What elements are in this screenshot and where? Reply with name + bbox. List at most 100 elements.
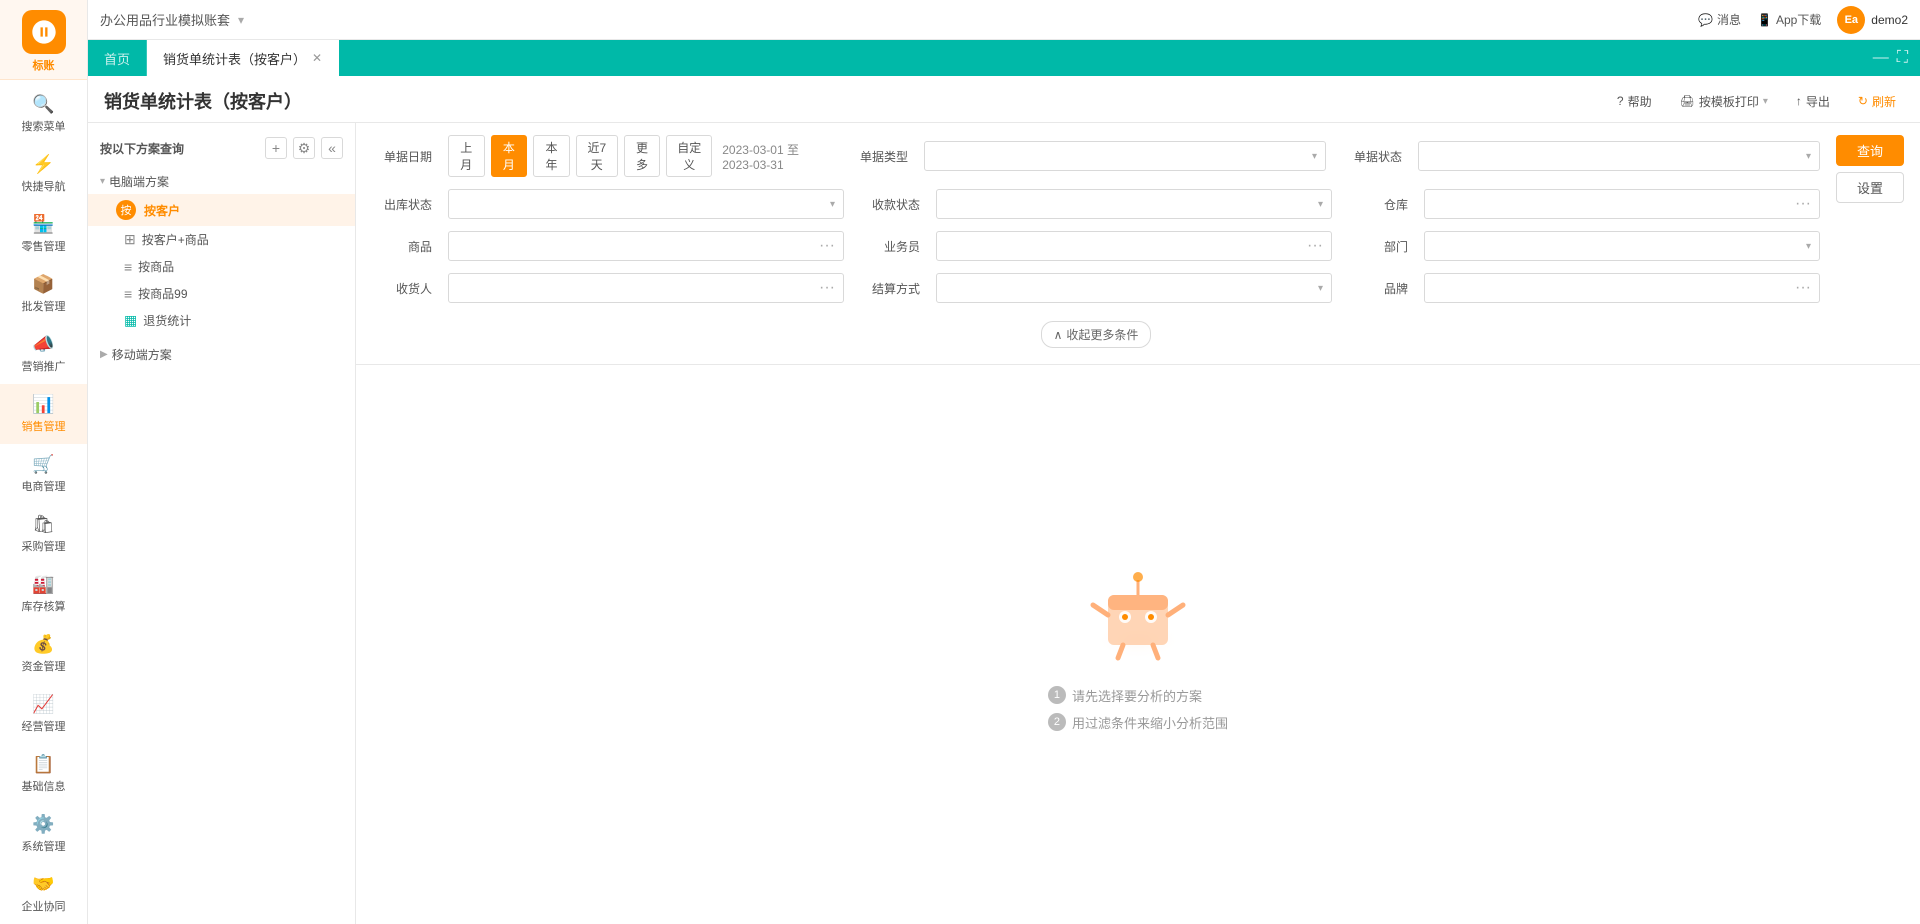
header-title: 办公用品行业模拟账套 xyxy=(100,10,230,29)
date-btn-last-7[interactable]: 近7天 xyxy=(576,135,618,177)
empty-tip-1: 1 请先选择要分析的方案 xyxy=(1048,686,1228,705)
header-dropdown-icon[interactable]: ▾ xyxy=(238,13,244,27)
doc-type-arrow: ▾ xyxy=(1312,151,1317,162)
by-goods-99-icon: ≡ xyxy=(124,286,132,302)
scheme-item-by-goods[interactable]: ≡ 按商品 xyxy=(88,253,355,280)
inventory-icon: 🏭 xyxy=(32,574,54,595)
date-btn-more[interactable]: 更多 xyxy=(624,135,661,177)
warehouse-dots: ··· xyxy=(1795,195,1811,213)
sidebar-item-finance-label: 资金管理 xyxy=(22,658,66,674)
app-download-btn[interactable]: 📱 App下载 xyxy=(1757,11,1821,28)
export-label: 导出 xyxy=(1806,93,1830,110)
salesperson-select[interactable]: ··· xyxy=(936,231,1332,261)
scheme-item-by-goods-99[interactable]: ≡ 按商品99 xyxy=(88,280,355,307)
scheme-section-desktop-header[interactable]: ▾ 电脑端方案 xyxy=(88,169,355,194)
out-status-select[interactable]: ▾ xyxy=(448,189,844,219)
print-icon: 🖨 xyxy=(1680,94,1695,108)
print-dropdown-icon: ▾ xyxy=(1763,96,1768,107)
date-btn-this-month[interactable]: 本月 xyxy=(491,135,528,177)
date-btn-last-month[interactable]: 上月 xyxy=(448,135,485,177)
collapse-conditions-btn[interactable]: ∧ 收起更多条件 xyxy=(1041,321,1152,348)
sidebar-item-finance[interactable]: 💰 资金管理 xyxy=(0,624,87,684)
messages-label: 消息 xyxy=(1717,11,1741,28)
messages-btn[interactable]: 💬 消息 xyxy=(1698,11,1741,28)
sidebar-item-agreement[interactable]: 🤝 企业协同 xyxy=(0,864,87,924)
sales-icon: 📊 xyxy=(32,394,54,415)
template-print-label: 按模板打印 xyxy=(1699,93,1759,110)
collapse-scheme-btn[interactable]: « xyxy=(321,137,343,159)
add-scheme-btn[interactable]: + xyxy=(265,137,287,159)
brand-select[interactable]: ··· xyxy=(1424,273,1820,303)
search-icon: 🔍 xyxy=(32,94,54,115)
scheme-item-return-stat[interactable]: ▦ 退货统计 xyxy=(88,307,355,334)
filter-settings-btn[interactable]: 设置 xyxy=(1836,172,1904,203)
help-icon: ? xyxy=(1617,94,1624,108)
department-select[interactable]: ▾ xyxy=(1424,231,1820,261)
refresh-btn[interactable]: ↻ 刷新 xyxy=(1850,89,1904,114)
warehouse-select[interactable]: ··· xyxy=(1424,189,1820,219)
system-icon: ⚙️ xyxy=(32,814,54,835)
tab-home[interactable]: 首页 xyxy=(88,40,147,76)
doc-status-select[interactable]: ▾ xyxy=(1418,141,1820,171)
help-btn[interactable]: ? 帮助 xyxy=(1609,89,1660,114)
receiver-select[interactable]: ··· xyxy=(448,273,844,303)
sidebar-item-inventory-label: 库存核算 xyxy=(22,598,66,614)
export-icon: ↑ xyxy=(1796,94,1802,108)
out-status-arrow: ▾ xyxy=(830,199,835,210)
date-filter-label: 单据日期 xyxy=(372,148,432,165)
query-btn[interactable]: 查询 xyxy=(1836,135,1904,166)
body-wrapper: 按以下方案查询 + ⚙ « ▾ 电脑端方案 xyxy=(88,123,1920,924)
receiver-label: 收货人 xyxy=(372,280,432,297)
date-btn-this-year[interactable]: 本年 xyxy=(533,135,570,177)
sidebar-item-wholesale[interactable]: 📦 批发管理 xyxy=(0,264,87,324)
brand-dots: ··· xyxy=(1795,279,1811,297)
sidebar-item-marketing[interactable]: 📣 营销推广 xyxy=(0,324,87,384)
sidebar-item-operations[interactable]: 📈 经营管理 xyxy=(0,684,87,744)
desktop-section-arrow: ▾ xyxy=(100,176,105,187)
maximize-icon[interactable]: ⛶ xyxy=(1897,49,1908,67)
export-btn[interactable]: ↑ 导出 xyxy=(1788,89,1838,114)
filter-row-status: 出库状态 ▾ 收款状态 ▾ 仓库 xyxy=(372,189,1820,219)
sidebar-item-wholesale-label: 批发管理 xyxy=(22,298,66,314)
sidebar-item-ecommerce[interactable]: 🛒 电商管理 xyxy=(0,444,87,504)
sidebar-item-system[interactable]: ⚙️ 系统管理 xyxy=(0,804,87,864)
tab-bar: 首页 销货单统计表（按客户） ✕ — ⛶ xyxy=(88,40,1920,76)
sidebar-item-quicknav[interactable]: ⚡ 快捷导航 xyxy=(0,144,87,204)
sidebar-item-sales[interactable]: 📊 销售管理 xyxy=(0,384,87,444)
wholesale-icon: 📦 xyxy=(32,274,54,295)
settle-select[interactable]: ▾ xyxy=(936,273,1332,303)
doc-type-select[interactable]: ▾ xyxy=(924,141,1326,171)
by-goods-label: 按商品 xyxy=(138,258,174,275)
salesperson-label: 业务员 xyxy=(860,238,920,255)
refresh-label: 刷新 xyxy=(1872,93,1896,110)
tab-close-icon[interactable]: ✕ xyxy=(312,51,322,65)
sidebar-item-basic[interactable]: 📋 基础信息 xyxy=(0,744,87,804)
scheme-section-mobile-header[interactable]: ▶ 移动端方案 xyxy=(88,342,355,367)
sidebar-item-agreement-label: 企业协同 xyxy=(22,898,66,914)
settings-scheme-btn[interactable]: ⚙ xyxy=(293,137,315,159)
scheme-item-by-customer[interactable]: 按 按客户 xyxy=(88,194,355,226)
sidebar-item-retail[interactable]: 🏪 零售管理 xyxy=(0,204,87,264)
sidebar-item-ecommerce-label: 电商管理 xyxy=(22,478,66,494)
filter-row-goods: 商品 ··· 业务员 ··· 部门 xyxy=(372,231,1820,261)
page-header: 销货单统计表（按客户） ? 帮助 🖨 按模板打印 ▾ ↑ 导出 ↻ 刷新 xyxy=(88,76,1920,123)
left-panel-header: 按以下方案查询 + ⚙ « xyxy=(88,131,355,165)
app-download-label: App下载 xyxy=(1776,11,1821,28)
quicknav-icon: ⚡ xyxy=(32,154,54,175)
sidebar-item-system-label: 系统管理 xyxy=(22,838,66,854)
date-btn-custom[interactable]: 自定义 xyxy=(666,135,712,177)
collapse-bar: ∧ 收起更多条件 xyxy=(372,315,1820,352)
minimize-icon[interactable]: — xyxy=(1873,49,1889,67)
sidebar-item-inventory[interactable]: 🏭 库存核算 xyxy=(0,564,87,624)
tab-sales-stat[interactable]: 销货单统计表（按客户） ✕ xyxy=(147,40,339,76)
scheme-item-by-customer-goods[interactable]: ⊞ 按客户+商品 xyxy=(88,226,355,253)
sidebar-item-purchase[interactable]: 🛍 采购管理 xyxy=(0,504,87,564)
collect-status-select[interactable]: ▾ xyxy=(936,189,1332,219)
content-area: 销货单统计表（按客户） ? 帮助 🖨 按模板打印 ▾ ↑ 导出 ↻ 刷新 xyxy=(88,76,1920,924)
template-print-btn[interactable]: 🖨 按模板打印 ▾ xyxy=(1672,89,1776,114)
collect-status-label: 收款状态 xyxy=(860,196,920,213)
collapse-icon: ∧ xyxy=(1054,328,1063,342)
user-area[interactable]: Ea demo2 xyxy=(1837,6,1908,34)
goods-select[interactable]: ··· xyxy=(448,231,844,261)
sidebar-item-search[interactable]: 🔍 搜索菜单 xyxy=(0,84,87,144)
